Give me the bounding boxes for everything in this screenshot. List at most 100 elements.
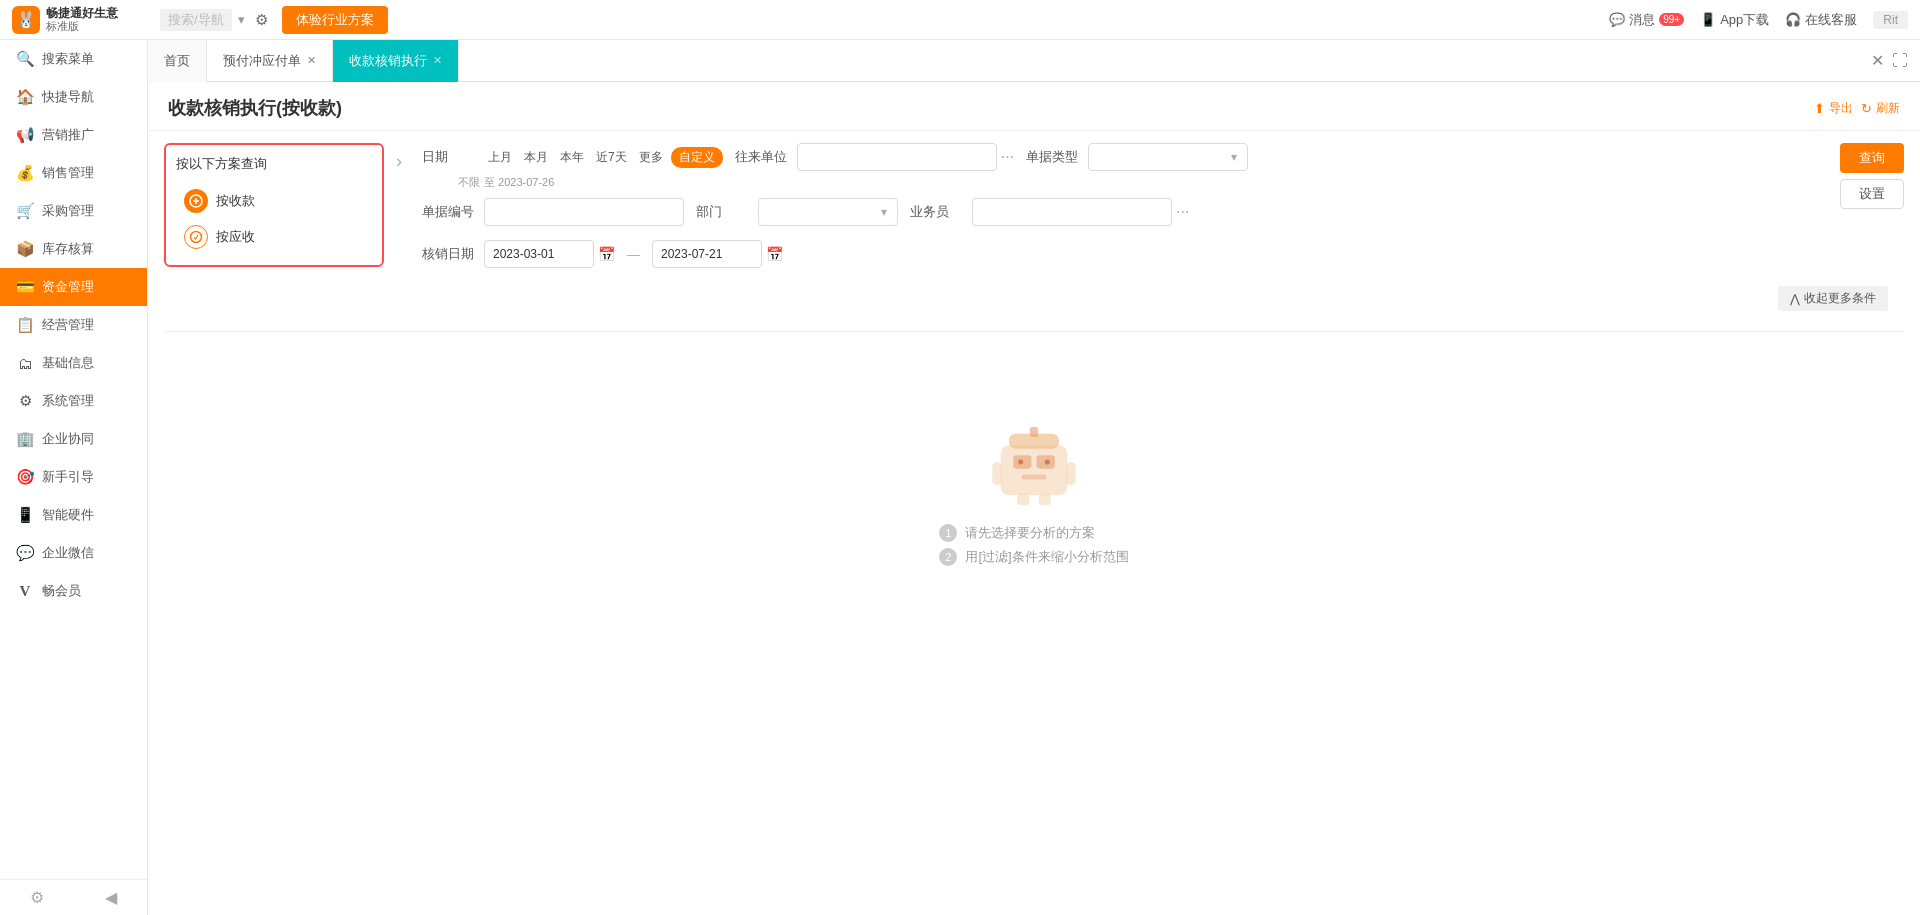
basic-icon: 🗂: [16, 355, 34, 372]
sidebar-item-wechat[interactable]: 💬 企业微信: [0, 534, 147, 572]
sidebar-settings-icon[interactable]: ⚙: [30, 888, 44, 907]
search-button[interactable]: 查询: [1840, 143, 1904, 173]
message-label: 消息: [1629, 11, 1655, 29]
marketing-icon: 📢: [16, 126, 34, 144]
doc-number-label: 单据编号: [422, 203, 476, 221]
counterpart-dots[interactable]: ···: [1001, 148, 1014, 166]
tab-collect[interactable]: 收款核销执行 ✕: [333, 40, 459, 82]
verify-date-start-input[interactable]: [484, 240, 594, 268]
query-row-verify: 核销日期 📅 — 📅: [422, 240, 1820, 268]
dropdown-icon[interactable]: ▾: [238, 12, 245, 27]
tab-collect-close[interactable]: ✕: [433, 54, 442, 67]
sales-icon: 💰: [16, 164, 34, 182]
sidebar-item-member[interactable]: V 畅会员: [0, 572, 147, 610]
refresh-button[interactable]: ↻ 刷新: [1861, 100, 1900, 117]
date-btn-more[interactable]: 更多: [635, 147, 667, 168]
counterpart-label: 往来单位: [735, 148, 789, 166]
empty-tip-2-label: 用[过滤]条件来缩小分析范围: [965, 548, 1128, 566]
search-action-col: 查询 设置: [1840, 143, 1904, 209]
search-menu-icon: 🔍: [16, 50, 34, 68]
sidebar-item-sales[interactable]: 💰 销售管理: [0, 154, 147, 192]
sidebar-item-search-menu[interactable]: 🔍 搜索菜单: [0, 40, 147, 78]
sidebar-item-system[interactable]: ⚙ 系统管理: [0, 382, 147, 420]
date-btn-7days[interactable]: 近7天: [592, 147, 631, 168]
sidebar-item-enterprise[interactable]: 🏢 企业协同: [0, 420, 147, 458]
sidebar-item-label: 企业协同: [42, 430, 94, 448]
funds-icon: 💳: [16, 278, 34, 296]
verify-date-start-cal[interactable]: 📅: [598, 246, 615, 262]
collapse-more-button[interactable]: ⋀ 收起更多条件: [1778, 286, 1888, 311]
salesperson-field: 业务员 ···: [910, 198, 1189, 226]
sidebar-item-guide[interactable]: 🎯 新手引导: [0, 458, 147, 496]
department-select[interactable]: ▾: [758, 198, 898, 226]
member-icon: V: [16, 583, 34, 600]
message-icon: 💬: [1609, 12, 1625, 27]
tab-expand-button[interactable]: ⛶: [1892, 52, 1908, 70]
department-arrow: ▾: [881, 205, 887, 219]
user-menu[interactable]: Rit: [1873, 11, 1908, 29]
verify-date-end-input[interactable]: [652, 240, 762, 268]
counterpart-input[interactable]: [797, 143, 997, 171]
verify-date-end-wrap: 📅: [652, 240, 783, 268]
tab-home[interactable]: 首页: [148, 40, 207, 82]
sidebar-item-operation[interactable]: 📋 经营管理: [0, 306, 147, 344]
empty-tips: 1 请先选择要分析的方案 2 用[过滤]条件来缩小分析范围: [939, 524, 1128, 566]
date-buttons: 上月 本月 本年 近7天 更多 自定义: [484, 147, 723, 168]
sidebar-item-label: 智能硬件: [42, 506, 94, 524]
sidebar-item-marketing[interactable]: 📢 营销推广: [0, 116, 147, 154]
download-icon: 📱: [1700, 12, 1716, 27]
tab-prepay-close[interactable]: ✕: [307, 54, 316, 67]
export-button[interactable]: ⬆ 导出: [1814, 100, 1853, 117]
online-service-button[interactable]: 🎧 在线客服: [1785, 11, 1857, 29]
salesperson-dots[interactable]: ···: [1176, 203, 1189, 221]
query-option-receipt[interactable]: 按收款: [176, 183, 372, 219]
sidebar-item-label: 系统管理: [42, 392, 94, 410]
sidebar-item-purchase[interactable]: 🛒 采购管理: [0, 192, 147, 230]
message-button[interactable]: 💬 消息 99+: [1609, 11, 1684, 29]
svg-point-13: [1045, 460, 1050, 465]
refresh-label: 刷新: [1876, 100, 1900, 117]
wechat-icon: 💬: [16, 544, 34, 562]
date-btn-custom[interactable]: 自定义: [671, 147, 723, 168]
sidebar-collapse-icon[interactable]: ◀: [105, 888, 117, 907]
page-title: 收款核销执行(按收款): [168, 96, 1814, 120]
sidebar-item-funds[interactable]: 💳 资金管理: [0, 268, 147, 306]
query-row-date: 日期 上月 本月 本年 近7天 更多 自定义: [422, 143, 1820, 171]
query-option-receivable[interactable]: 按应收: [176, 219, 372, 255]
tab-actions: ✕ ⛶: [1871, 51, 1920, 70]
system-icon: ⚙: [16, 392, 34, 410]
verify-date-end-cal[interactable]: 📅: [766, 246, 783, 262]
gear-icon[interactable]: ⚙: [255, 11, 268, 29]
enterprise-icon: 🏢: [16, 430, 34, 448]
topbar: 🐰 畅捷通好生意 标准版 搜索/导航 ▾ ⚙ 体验行业方案 💬 消息 99+ 📱…: [0, 0, 1920, 40]
sidebar-item-quick-nav[interactable]: 🏠 快捷导航: [0, 78, 147, 116]
query-box-title: 按以下方案查询: [176, 155, 372, 173]
tab-close-button[interactable]: ✕: [1871, 51, 1884, 70]
sidebar-item-basic[interactable]: 🗂 基础信息: [0, 344, 147, 382]
solution-button[interactable]: 体验行业方案: [282, 6, 388, 34]
salesperson-label: 业务员: [910, 203, 964, 221]
doc-number-input[interactable]: [484, 198, 684, 226]
logo-icon: 🐰: [12, 6, 40, 34]
sidebar-item-inventory[interactable]: 📦 库存核算: [0, 230, 147, 268]
page-header: 收款核销执行(按收款) ⬆ 导出 ↻ 刷新: [148, 82, 1920, 131]
sidebar-item-label: 营销推广: [42, 126, 94, 144]
doc-type-select[interactable]: ▾: [1088, 143, 1248, 171]
verify-date-start-wrap: 📅: [484, 240, 615, 268]
tab-prepay[interactable]: 预付冲应付单 ✕: [207, 40, 333, 82]
app-edition: 标准版: [46, 20, 118, 33]
sidebar-item-hardware[interactable]: 📱 智能硬件: [0, 496, 147, 534]
query-options-panel: 按以下方案查询 按收款 按应收: [164, 143, 384, 319]
query-collapse-icon[interactable]: ›: [392, 147, 406, 176]
logo-area: 🐰 畅捷通好生意 标准版: [12, 6, 160, 34]
salesperson-input[interactable]: [972, 198, 1172, 226]
app-name: 畅捷通好生意: [46, 6, 118, 20]
date-btn-this-month[interactable]: 本月: [520, 147, 552, 168]
empty-tip-2: 2 用[过滤]条件来缩小分析范围: [939, 548, 1128, 566]
topbar-search[interactable]: 搜索/导航: [160, 9, 232, 31]
date-btn-last-month[interactable]: 上月: [484, 147, 516, 168]
date-btn-this-year[interactable]: 本年: [556, 147, 588, 168]
svg-rect-2: [1001, 445, 1068, 495]
app-download-button[interactable]: 📱 App下载: [1700, 11, 1769, 29]
settings-button[interactable]: 设置: [1840, 179, 1904, 209]
